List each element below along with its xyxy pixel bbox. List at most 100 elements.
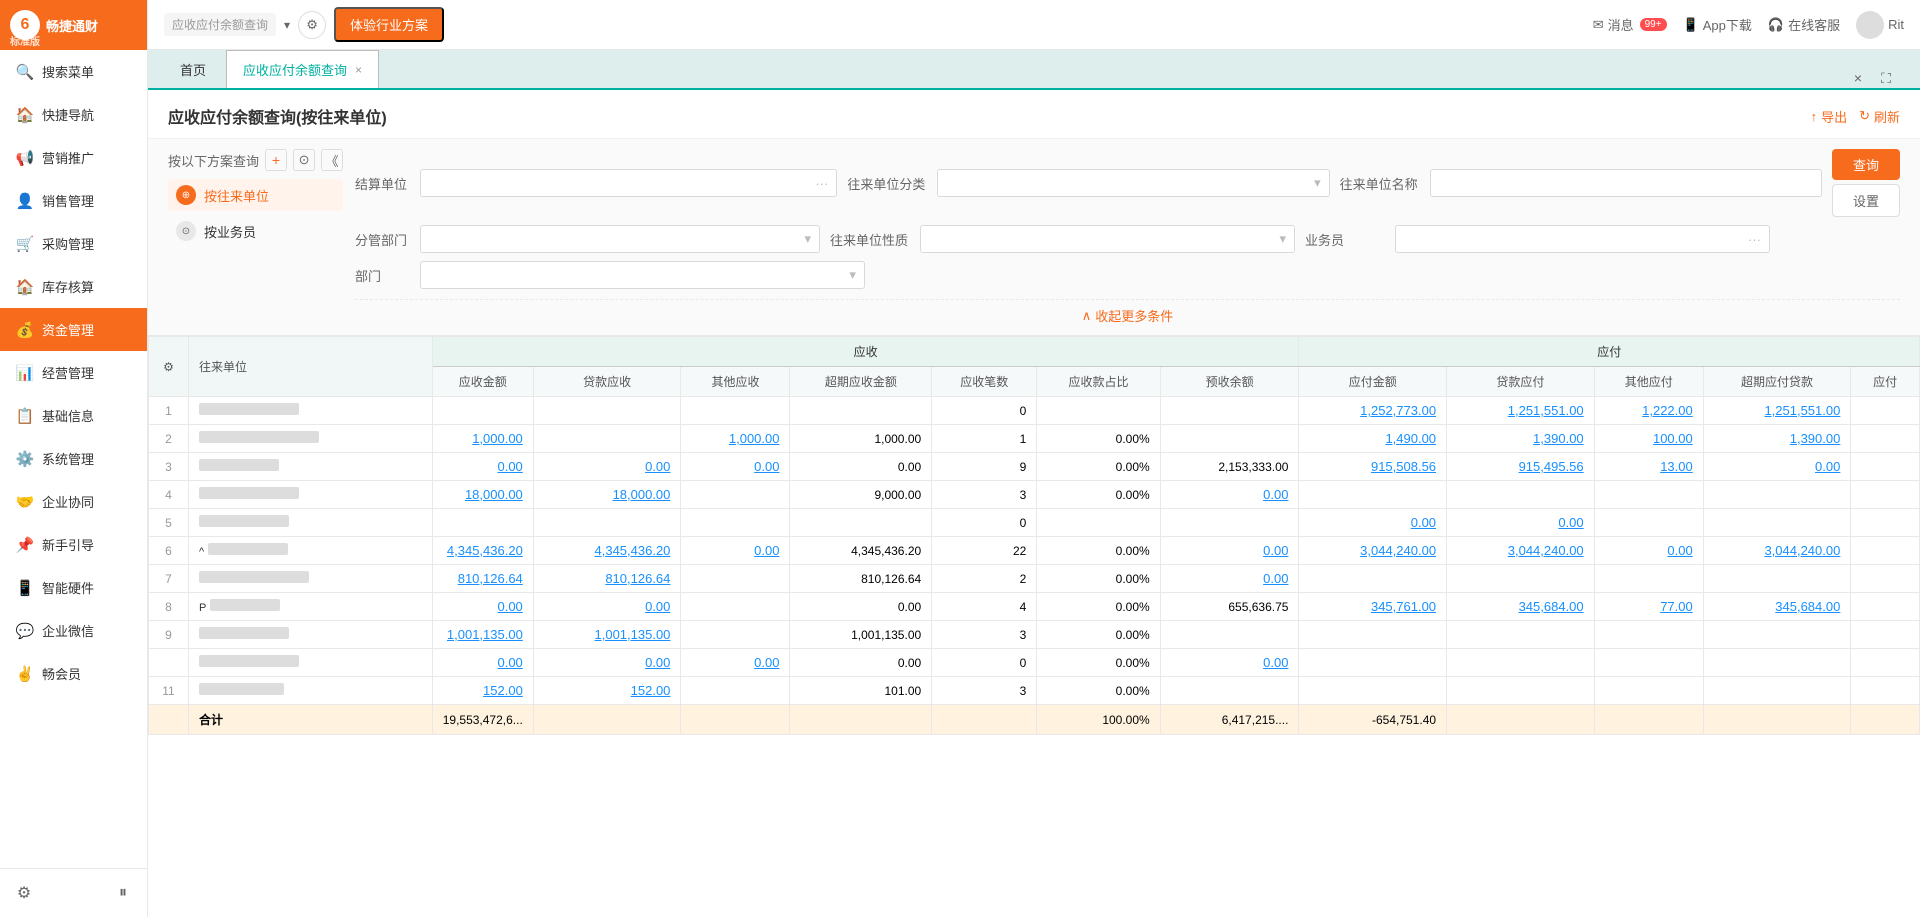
collapse-conditions-btn[interactable]: ∧ 收起更多条件: [355, 299, 1900, 325]
add-scheme-btn[interactable]: +: [265, 149, 287, 171]
refresh-btn[interactable]: ↻ 刷新: [1859, 107, 1900, 126]
row-overdue-recv: 0.00: [790, 593, 932, 621]
tab-active[interactable]: 应收应付余额查询 ×: [226, 50, 379, 88]
sidebar-collapse-btn[interactable]: ⏸: [107, 877, 139, 909]
row-recv-amt: 0.00: [432, 453, 533, 481]
promo-button[interactable]: 体验行业方案: [334, 7, 444, 42]
system-icon: ⚙️: [16, 450, 34, 468]
unit-nature-input[interactable]: ▾: [920, 225, 1295, 253]
sidebar-item-finance[interactable]: 💰 资金管理: [0, 308, 147, 351]
sidebar-menu: 🔍 搜索菜单 🏠 快捷导航 📢 营销推广 👤 销售管理 🛒 采购管理 🏠 库存核…: [0, 50, 147, 868]
col-loan-pay: 贷款应付: [1447, 367, 1595, 397]
row-pay-amt: [1299, 649, 1447, 677]
salesperson-dots: ···: [1748, 232, 1761, 247]
filter-by-unit[interactable]: ⊕ 按往来单位: [168, 179, 343, 211]
sidebar-item-enterprise[interactable]: 🤝 企业协同: [0, 480, 147, 523]
main-table: ⚙ 往来单位 应收 应付 应收金额 贷款应收 其他应收 超期应收金额 应收笔数 …: [148, 336, 1920, 735]
scheme-top: 按以下方案查询 + ⊙ 《: [168, 149, 343, 171]
table-footer: 合计 19,553,472,6... 100.00% 6,417,215....…: [149, 705, 1920, 735]
row-overdue-pay: 1,390.00: [1703, 425, 1851, 453]
filter-staff-icon: ⊙: [176, 221, 196, 241]
sidebar-item-member[interactable]: ✌ 畅会员: [0, 652, 147, 695]
row-other-pay: [1594, 481, 1703, 509]
window-close-btn[interactable]: ×: [1848, 68, 1868, 88]
filter-salesperson: 业务员 ···: [1305, 225, 1770, 253]
sidebar-label-quicknav: 快捷导航: [42, 105, 94, 124]
sidebar-bottom: ⚙ ⏸: [0, 868, 147, 917]
row-pay-amt: [1299, 677, 1447, 705]
row-unit: [189, 397, 433, 425]
sidebar-item-baseinfo[interactable]: 📋 基础信息: [0, 394, 147, 437]
scheme-label: 按以下方案查询: [168, 151, 259, 170]
col-recv-amt: 应收金额: [432, 367, 533, 397]
row-recv-amt: 0.00: [432, 593, 533, 621]
messages-btn[interactable]: ✉ 消息 99+: [1593, 15, 1667, 34]
row-recv-amt: 4,345,436.20: [432, 537, 533, 565]
row-advance-balance: 0.00: [1160, 649, 1299, 677]
salesperson-input[interactable]: ···: [1395, 225, 1770, 253]
window-expand-btn[interactable]: ⛶: [1876, 68, 1896, 88]
user-info[interactable]: Rit: [1856, 11, 1904, 39]
row-unit: [189, 481, 433, 509]
settlement-unit-input[interactable]: ···: [420, 169, 837, 197]
tab-home[interactable]: 首页: [164, 51, 222, 88]
row-recv-amt: 0.00: [432, 649, 533, 677]
scheme-collapse-btn[interactable]: 《: [321, 149, 343, 171]
col-overdue-pay: 超期应付贷款: [1703, 367, 1851, 397]
guide-icon: 📌: [16, 536, 34, 554]
tab-close-icon[interactable]: ×: [355, 63, 362, 77]
row-recv-pct: 0.00%: [1037, 649, 1160, 677]
sidebar-item-sales[interactable]: 👤 销售管理: [0, 179, 147, 222]
customer-service-btn[interactable]: 🎧 在线客服: [1768, 15, 1840, 34]
unit-category-input[interactable]: ▾: [937, 169, 1329, 197]
col-advance-balance: 预收余额: [1160, 367, 1299, 397]
table-row: 8 P 0.00 0.00 0.00 4 0.00% 655,636.75 34…: [149, 593, 1920, 621]
row-unit: [189, 621, 433, 649]
row-overdue-recv: 0.00: [790, 649, 932, 677]
row-pay-amt: 915,508.56: [1299, 453, 1447, 481]
row-unit: [189, 649, 433, 677]
row-overdue-recv: 4,345,436.20: [790, 537, 932, 565]
sidebar-settings-btn[interactable]: ⚙: [8, 877, 40, 909]
filter-settings-btn[interactable]: 设置: [1832, 184, 1900, 217]
sidebar-item-operations[interactable]: 📊 经营管理: [0, 351, 147, 394]
row-loan-recv: 810,126.64: [533, 565, 681, 593]
sidebar-item-wechat[interactable]: 💬 企业微信: [0, 609, 147, 652]
table-container[interactable]: ⚙ 往来单位 应收 应付 应收金额 贷款应收 其他应收 超期应收金额 应收笔数 …: [148, 336, 1920, 917]
row-payable: [1851, 453, 1920, 481]
app-download-label: App下载: [1703, 15, 1752, 34]
sidebar-item-guide[interactable]: 📌 新手引导: [0, 523, 147, 566]
export-btn[interactable]: ↑ 导出: [1811, 107, 1848, 126]
row-payable: [1851, 509, 1920, 537]
query-btn[interactable]: 查询: [1832, 149, 1900, 180]
row-recv-amt: 152.00: [432, 677, 533, 705]
filter-dept: 分管部门 ▾: [355, 225, 820, 253]
row-recv-pct: 0.00%: [1037, 425, 1160, 453]
sidebar-item-marketing[interactable]: 📢 营销推广: [0, 136, 147, 179]
row-other-recv: [681, 677, 790, 705]
department-arrow: ▾: [849, 267, 856, 283]
breadcrumb-dropdown[interactable]: ▾: [284, 18, 290, 32]
table-row: 7 810,126.64 810,126.64 810,126.64 2 0.0…: [149, 565, 1920, 593]
sidebar-item-inventory[interactable]: 🏠 库存核算: [0, 265, 147, 308]
row-pay-amt: 3,044,240.00: [1299, 537, 1447, 565]
filter-by-staff[interactable]: ⊙ 按业务员: [168, 215, 343, 247]
department-input[interactable]: ▾: [420, 261, 865, 289]
row-other-recv: 0.00: [681, 649, 790, 677]
row-loan-pay: [1447, 621, 1595, 649]
sidebar-item-hardware[interactable]: 📱 智能硬件: [0, 566, 147, 609]
sidebar-item-search[interactable]: 🔍 搜索菜单: [0, 50, 147, 93]
settings-gear-btn[interactable]: ⚙: [298, 11, 326, 39]
sidebar-item-quicknav[interactable]: 🏠 快捷导航: [0, 93, 147, 136]
dept-input[interactable]: ▾: [420, 225, 820, 253]
sidebar-label-operations: 经营管理: [42, 363, 94, 382]
scheme-settings-btn[interactable]: ⊙: [293, 149, 315, 171]
sidebar-item-purchase[interactable]: 🛒 采购管理: [0, 222, 147, 265]
table-row: 11 152.00 152.00 101.00 3 0.00%: [149, 677, 1920, 705]
app-download-btn[interactable]: 📱 App下载: [1683, 15, 1752, 34]
filter-staff-label: 按业务员: [204, 222, 256, 241]
unit-name-input[interactable]: [1430, 169, 1822, 197]
sidebar-item-system[interactable]: ⚙️ 系统管理: [0, 437, 147, 480]
filter-area: 按以下方案查询 + ⊙ 《 ⊕ 按往来单位 ⊙ 按业务员: [148, 139, 1920, 336]
row-unit: [189, 509, 433, 537]
